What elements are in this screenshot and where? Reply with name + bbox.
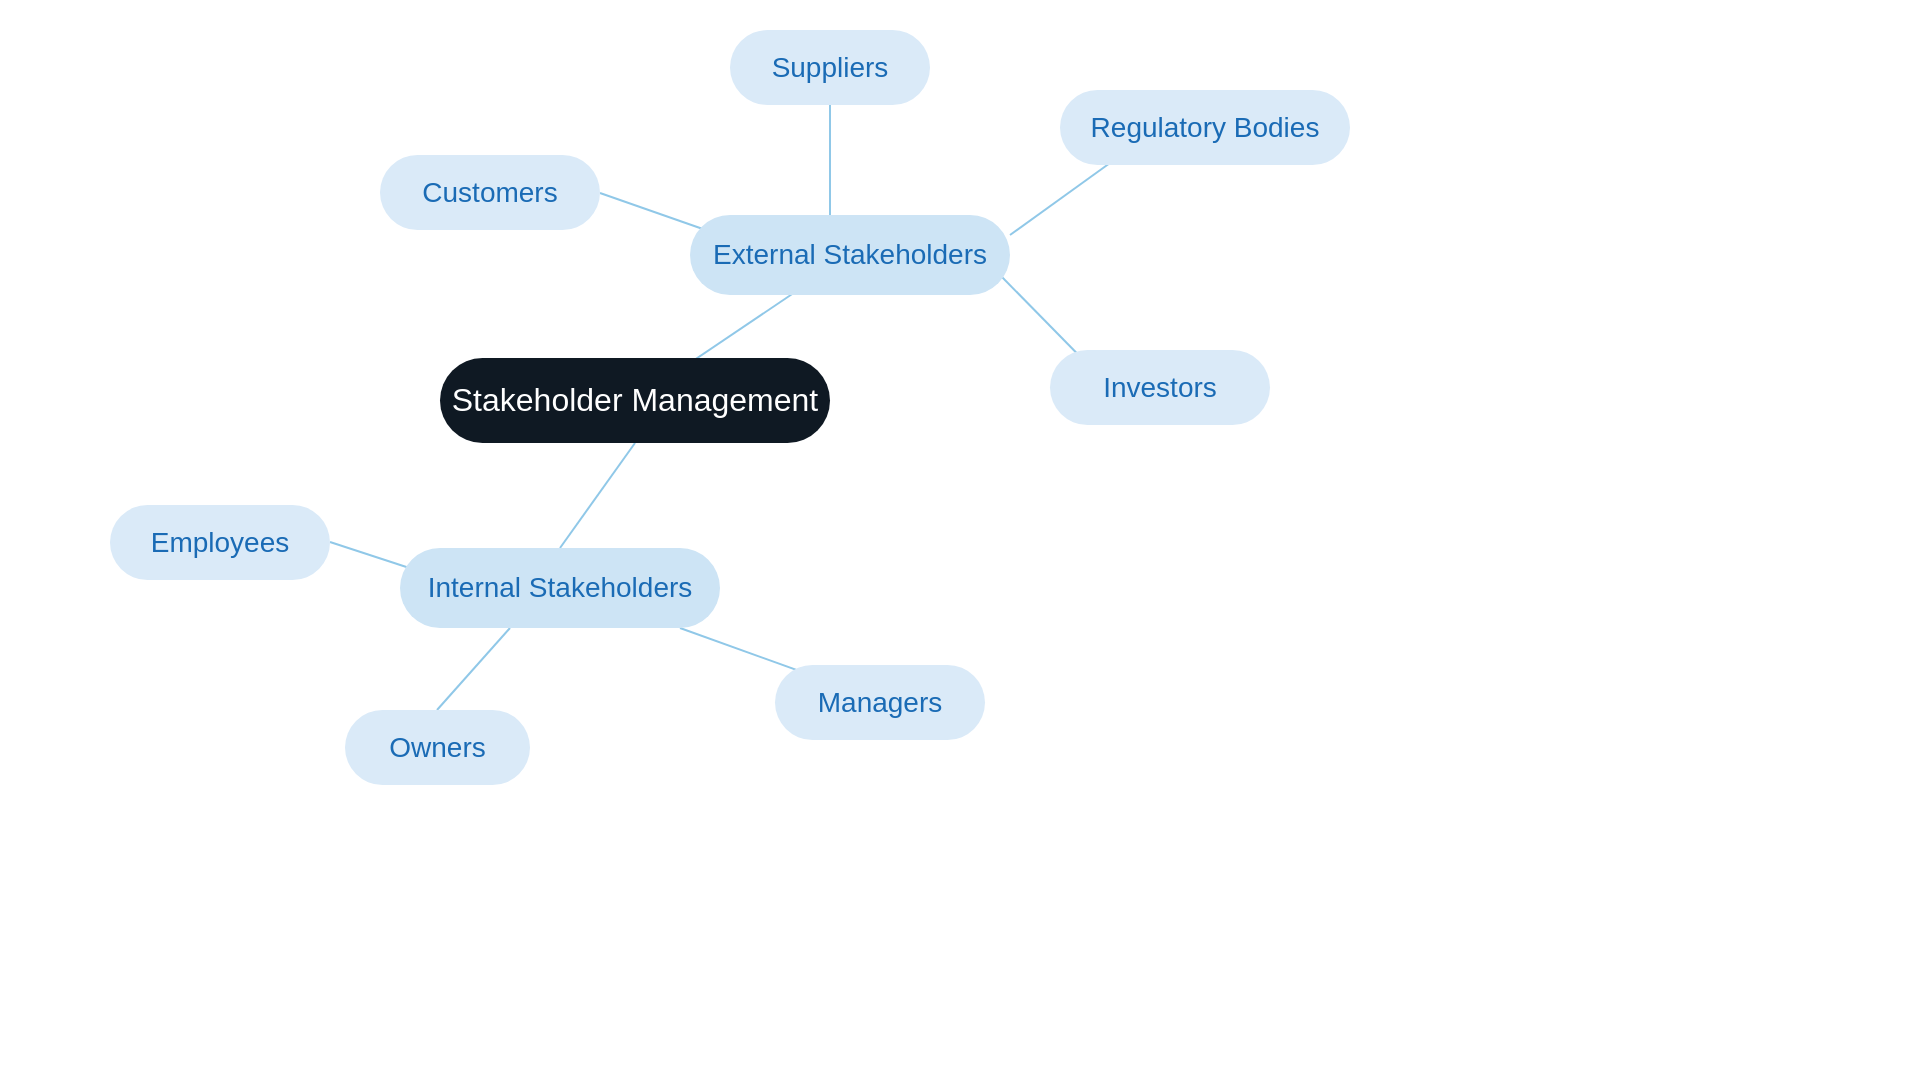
external-label: External Stakeholders bbox=[713, 239, 987, 271]
employees-node[interactable]: Employees bbox=[110, 505, 330, 580]
svg-line-7 bbox=[437, 628, 510, 710]
employees-label: Employees bbox=[151, 527, 290, 559]
regulatory-label: Regulatory Bodies bbox=[1091, 112, 1320, 144]
investors-node[interactable]: Investors bbox=[1050, 350, 1270, 425]
internal-label: Internal Stakeholders bbox=[428, 572, 693, 604]
investors-label: Investors bbox=[1103, 372, 1217, 404]
root-node[interactable]: Stakeholder Management bbox=[440, 358, 830, 443]
managers-label: Managers bbox=[818, 687, 943, 719]
managers-node[interactable]: Managers bbox=[775, 665, 985, 740]
svg-line-1 bbox=[560, 443, 635, 548]
owners-label: Owners bbox=[389, 732, 485, 764]
customers-label: Customers bbox=[422, 177, 557, 209]
owners-node[interactable]: Owners bbox=[345, 710, 530, 785]
suppliers-label: Suppliers bbox=[772, 52, 889, 84]
regulatory-bodies-node[interactable]: Regulatory Bodies bbox=[1060, 90, 1350, 165]
customers-node[interactable]: Customers bbox=[380, 155, 600, 230]
svg-line-4 bbox=[1010, 163, 1110, 235]
root-label: Stakeholder Management bbox=[452, 382, 818, 419]
internal-stakeholders-node[interactable]: Internal Stakeholders bbox=[400, 548, 720, 628]
suppliers-node[interactable]: Suppliers bbox=[730, 30, 930, 105]
external-stakeholders-node[interactable]: External Stakeholders bbox=[690, 215, 1010, 295]
